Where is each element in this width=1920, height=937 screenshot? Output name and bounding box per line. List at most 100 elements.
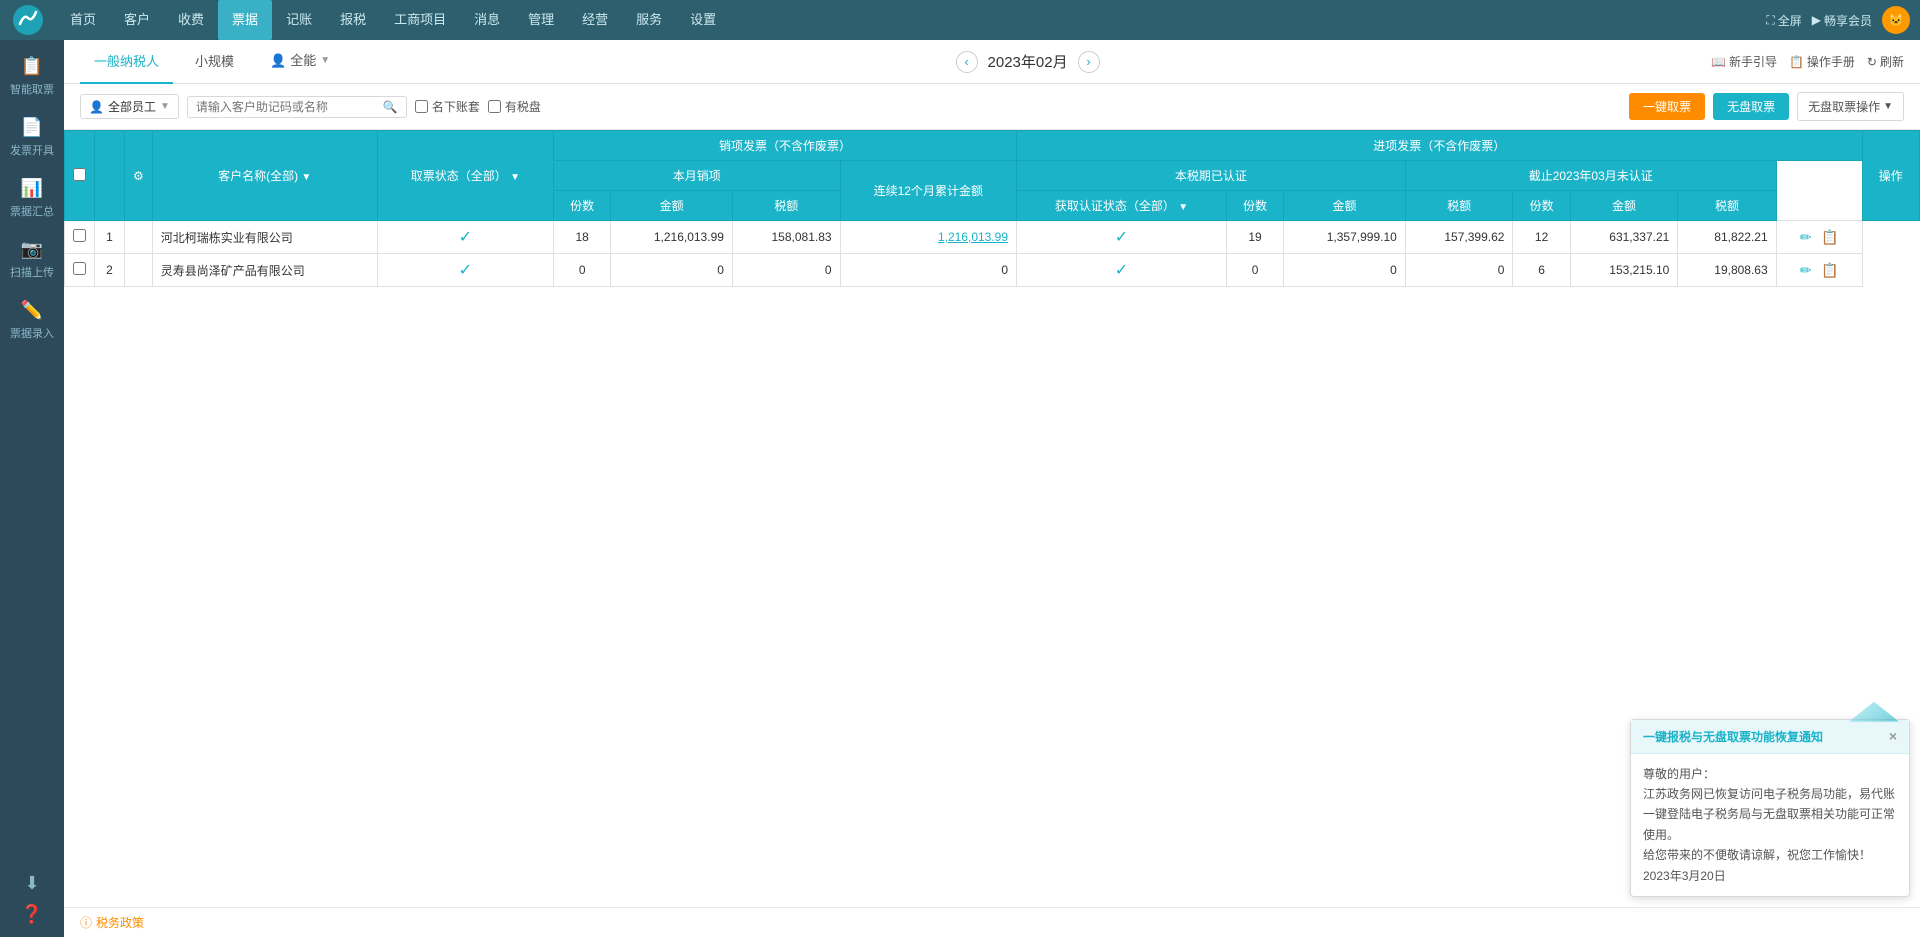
sidebar-item-scan-upload[interactable]: 📷 扫描上传 xyxy=(4,231,60,288)
table-row: 1 河北柯瑞栋实业有限公司 ✓ 18 1,216,013.99 158,081.… xyxy=(65,221,1920,254)
col-uncert-tax: 税额 xyxy=(1678,191,1776,221)
manual-icon: 📋 xyxy=(1789,55,1804,69)
nav-settings[interactable]: 设置 xyxy=(676,0,730,40)
nav-service[interactable]: 服务 xyxy=(622,0,676,40)
customer-search-input[interactable] xyxy=(196,100,383,114)
top-navigation: 首页 客户 收费 票据 记账 报税 工商项目 消息 管理 经营 服务 设置 ⛶ … xyxy=(0,0,1920,40)
row-uncert-count-0: 12 xyxy=(1513,221,1570,254)
row-uncert-count-1: 6 xyxy=(1513,254,1570,287)
sidebar-item-invoice-summary[interactable]: 📊 票据汇总 xyxy=(4,170,60,227)
sidebar-item-smart-fetch[interactable]: 📋 智能取票 xyxy=(4,48,60,105)
row-customer-name-1: 灵寿县尚泽矿产品有限公司 xyxy=(152,254,377,287)
tab-small-scale[interactable]: 小规模 xyxy=(181,40,248,84)
tab-right-actions: 📖 新手引导 📋 操作手册 ↻ 刷新 xyxy=(1711,53,1904,70)
fetch-status-filter-icon[interactable]: ▼ xyxy=(510,172,520,183)
edit-icon-0[interactable]: ✏ xyxy=(1800,229,1812,245)
nav-menu: 首页 客户 收费 票据 记账 报税 工商项目 消息 管理 经营 服务 设置 xyxy=(56,0,1766,40)
row-select-checkbox-1[interactable] xyxy=(73,262,86,275)
cumulative-link-0[interactable]: 1,216,013.99 xyxy=(938,230,1008,244)
row-checkbox-0 xyxy=(65,221,95,254)
manual-btn[interactable]: 📋 操作手册 xyxy=(1789,53,1855,70)
col-checkbox-header xyxy=(65,131,95,221)
copy-icon-0[interactable]: 📋 xyxy=(1821,229,1838,245)
next-month-btn[interactable]: › xyxy=(1078,51,1100,73)
nav-bookkeeping[interactable]: 记账 xyxy=(272,0,326,40)
new-user-guide-btn[interactable]: 📖 新手引导 xyxy=(1711,53,1777,70)
col-cert-status: 获取认证状态（全部） ▼ xyxy=(1017,191,1227,221)
row-cert-tax-1: 0 xyxy=(1405,254,1513,287)
row-cert-amount-1: 0 xyxy=(1284,254,1406,287)
nav-business[interactable]: 工商项目 xyxy=(380,0,460,40)
table-row: 2 灵寿县尚泽矿产品有限公司 ✓ 0 0 0 0 ✓ 0 0 0 6 153,2… xyxy=(65,254,1920,287)
select-all-checkbox[interactable] xyxy=(73,168,86,181)
row-uncert-tax-1: 19,808.63 xyxy=(1678,254,1776,287)
sidebar: 📋 智能取票 📄 发票开具 📊 票据汇总 📷 扫描上传 ✏️ 票据录入 ⬇ ❓ xyxy=(0,40,64,937)
row-uncert-amount-1: 153,215.10 xyxy=(1570,254,1678,287)
col-action-header: 操作 xyxy=(1862,131,1919,221)
search-icon[interactable]: 🔍 xyxy=(383,100,398,114)
nav-management[interactable]: 管理 xyxy=(514,0,568,40)
fullscreen-btn[interactable]: ⛶ 全屏 xyxy=(1766,12,1801,29)
sub-account-filter[interactable]: 名下账套 xyxy=(415,98,480,115)
member-btn[interactable]: ▶ 畅享会员 xyxy=(1812,12,1872,29)
nav-tax[interactable]: 报税 xyxy=(326,0,380,40)
edit-icon-1[interactable]: ✏ xyxy=(1800,262,1812,278)
nav-client[interactable]: 客户 xyxy=(110,0,164,40)
tab-all[interactable]: 👤 全能 ▼ xyxy=(256,40,344,84)
refresh-btn[interactable]: ↻ 刷新 xyxy=(1867,53,1904,70)
row-index-1: 2 xyxy=(95,254,125,287)
prev-month-btn[interactable]: ‹ xyxy=(956,51,978,73)
col-cert-amount: 金额 xyxy=(1284,191,1406,221)
invoice-table: ⚙ 客户名称(全部) ▼ 取票状态（全部） ▼ 销项发票（不含作废票） 进项发票… xyxy=(64,130,1920,287)
customer-filter-icon[interactable]: ▼ xyxy=(301,172,311,183)
row-cert-status-1: ✓ xyxy=(1017,254,1227,287)
row-cert-count-0: 19 xyxy=(1226,221,1283,254)
row-uncert-tax-0: 81,822.21 xyxy=(1678,221,1776,254)
tab-general-taxpayer[interactable]: 一般纳税人 xyxy=(80,40,173,84)
no-disk-ops-btn[interactable]: 无盘取票操作 ▼ xyxy=(1797,92,1904,121)
col-cert-tax: 税额 xyxy=(1405,191,1513,221)
row-fetch-status-0: ✓ xyxy=(377,221,553,254)
nav-business2[interactable]: 经营 xyxy=(568,0,622,40)
row-cert-amount-0: 1,357,999.10 xyxy=(1284,221,1406,254)
sidebar-item-invoice-entry[interactable]: ✏️ 票据录入 xyxy=(4,292,60,349)
row-cumulative-0: 1,216,013.99 xyxy=(840,221,1016,254)
row-gear-0 xyxy=(125,221,153,254)
smart-fetch-icon: 📋 xyxy=(21,56,43,77)
row-sales-amount-0: 1,216,013.99 xyxy=(611,221,733,254)
cert-status-filter-icon[interactable]: ▼ xyxy=(1178,202,1188,213)
sidebar-download-icon[interactable]: ⬇ xyxy=(24,873,39,894)
nav-invoice[interactable]: 票据 xyxy=(218,0,272,40)
sidebar-item-invoice-open[interactable]: 📄 发票开具 xyxy=(4,109,60,166)
employee-selector[interactable]: 👤 全部员工 ▼ xyxy=(80,94,179,119)
col-uncert-amount: 金额 xyxy=(1570,191,1678,221)
gear-icon[interactable]: ⚙ xyxy=(133,169,144,183)
user-avatar[interactable]: 🐱 xyxy=(1882,6,1910,34)
sub-account-checkbox[interactable] xyxy=(415,100,428,113)
row-fetch-status-1: ✓ xyxy=(377,254,553,287)
row-index-0: 1 xyxy=(95,221,125,254)
no-disk-fetch-btn[interactable]: 无盘取票 xyxy=(1713,93,1789,120)
notification-header: 一键报税与无盘取票功能恢复通知 × xyxy=(1631,720,1909,754)
one-click-fetch-btn[interactable]: 一键取票 xyxy=(1629,93,1705,120)
row-cert-status-0: ✓ xyxy=(1017,221,1227,254)
tax-policy-link[interactable]: ⓘ 税务政策 xyxy=(80,914,144,931)
sidebar-help-icon[interactable]: ❓ xyxy=(21,904,43,925)
row-cert-tax-0: 157,399.62 xyxy=(1405,221,1513,254)
nav-home[interactable]: 首页 xyxy=(56,0,110,40)
copy-icon-1[interactable]: 📋 xyxy=(1821,262,1838,278)
row-uncert-amount-0: 631,337.21 xyxy=(1570,221,1678,254)
row-select-checkbox-0[interactable] xyxy=(73,229,86,242)
month-navigation: ‹ 2023年02月 › xyxy=(352,51,1703,73)
notification-close-btn[interactable]: × xyxy=(1889,728,1897,744)
row-cert-count-1: 0 xyxy=(1226,254,1283,287)
tax-disk-checkbox[interactable] xyxy=(488,100,501,113)
col-sales-count: 份数 xyxy=(554,191,611,221)
nav-fee[interactable]: 收费 xyxy=(164,0,218,40)
nav-message[interactable]: 消息 xyxy=(460,0,514,40)
row-sales-count-1: 0 xyxy=(554,254,611,287)
tax-disk-filter[interactable]: 有税盘 xyxy=(488,98,541,115)
col-sales-header-group: 销项发票（不含作废票） xyxy=(554,131,1017,161)
row-checkbox-1 xyxy=(65,254,95,287)
invoice-open-icon: 📄 xyxy=(21,117,43,138)
